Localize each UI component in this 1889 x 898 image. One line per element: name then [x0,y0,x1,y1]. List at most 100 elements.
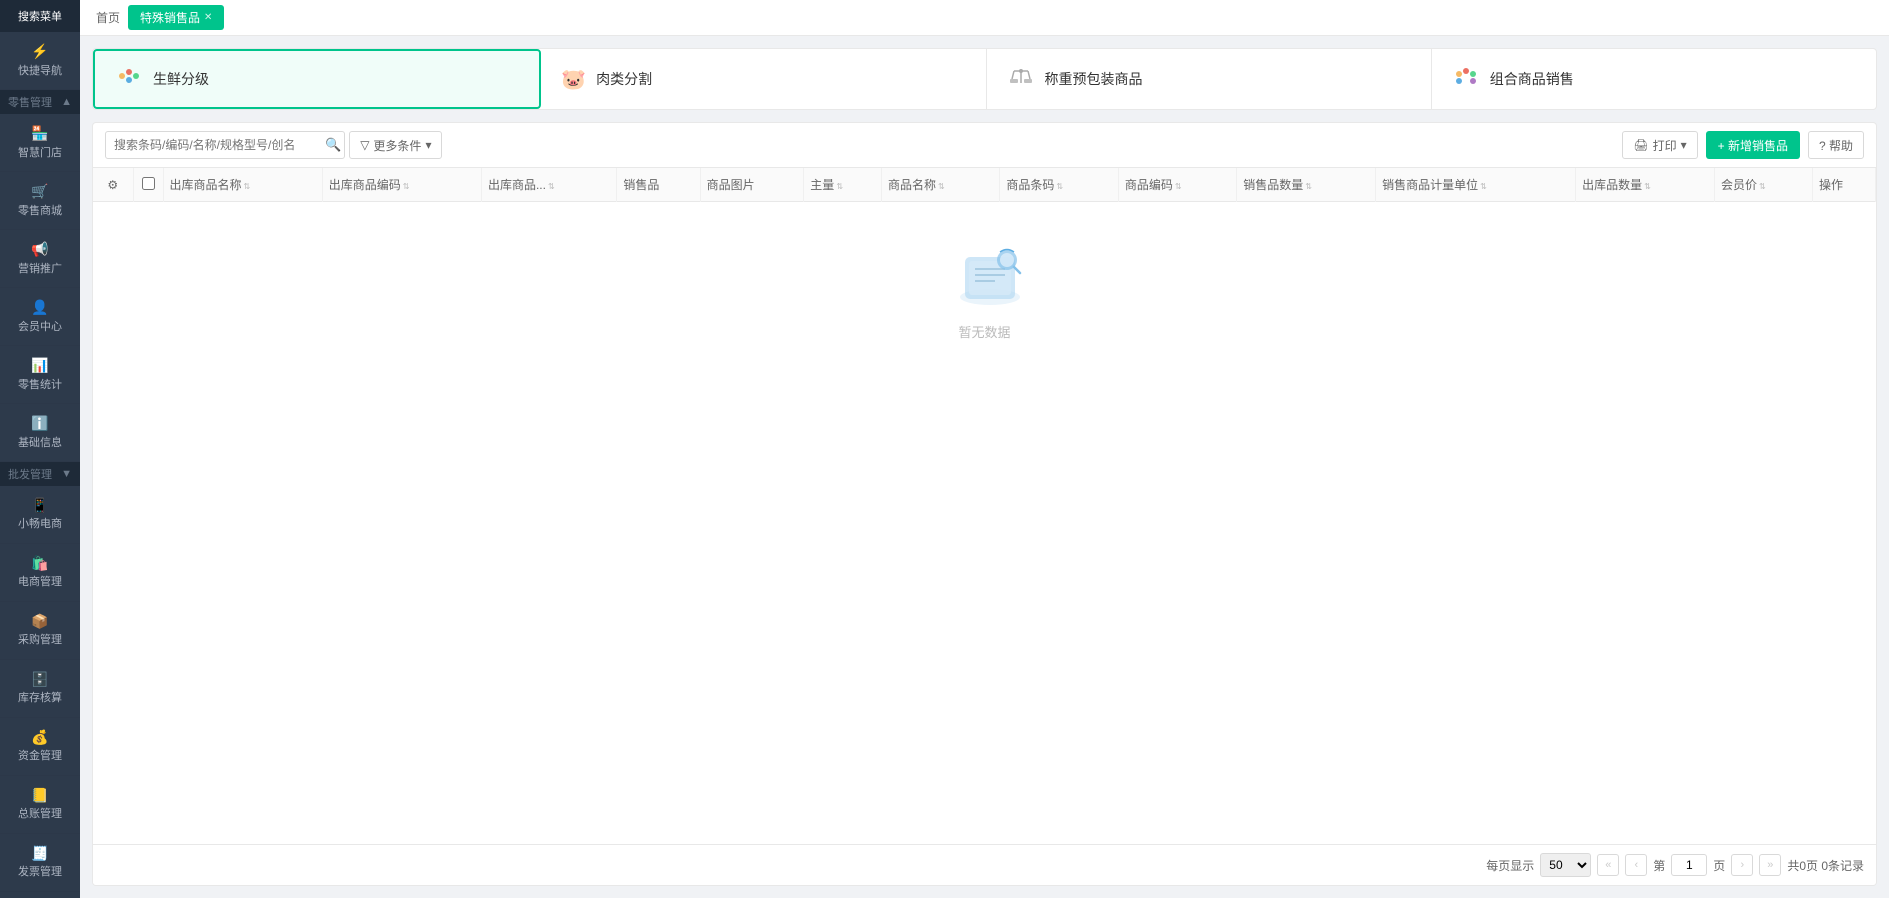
per-page-select[interactable]: 20 50 100 [1540,853,1591,877]
table-wrapper[interactable]: ⚙ 出库商品名称⇅ 出库商品编码⇅ 出库商品...⇅ 销售品 商品图片 主量⇅ … [93,168,1876,844]
sidebar-quick-nav[interactable]: ⚡ 快捷导航 [0,32,80,90]
combo-sale-label: 组合商品销售 [1490,69,1574,89]
sort-item-barcode[interactable]: ⇅ [1056,182,1063,191]
sidebar-item-inventory[interactable]: 🗄️ 库存核算 [0,660,80,718]
col-item-code[interactable]: 商品编码⇅ [1118,168,1236,202]
sort-sale-unit[interactable]: ⇅ [1480,182,1487,191]
pagination: 每页显示 20 50 100 « ‹ 第 页 › » 共0页 0条记录 [93,844,1876,885]
sort-main-weight[interactable]: ⇅ [836,182,843,191]
member-icon: 👤 [4,298,76,318]
sidebar-item-basic-info[interactable]: ℹ️ 基础信息 [0,404,80,462]
close-tab-icon[interactable]: ✕ [204,12,212,23]
print-dropdown-icon: ▾ [1681,138,1687,152]
col-sale-unit[interactable]: 销售商品计量单位⇅ [1376,168,1576,202]
next-page-button[interactable]: › [1731,854,1753,876]
fresh-grade-label: 生鲜分级 [153,69,209,89]
filter-button[interactable]: ▽ 更多条件 ▾ [349,131,442,159]
tab-scale-pack[interactable]: 称重预包装商品 [987,49,1432,109]
search-button[interactable]: 🔍 [325,137,341,153]
add-button[interactable]: + 新增销售品 [1706,131,1800,159]
search-input[interactable] [105,131,345,159]
inventory-icon: 🗄️ [4,670,76,690]
filter-dropdown-icon: ▾ [425,138,431,152]
sidebar-item-purchase-mgmt[interactable]: 📦 采购管理 [0,602,80,660]
sidebar-item-finance[interactable]: 💰 资金管理 [0,718,80,776]
col-sale-item[interactable]: 销售品 [617,168,700,202]
sidebar-item-retail-mall[interactable]: 🛒 零售商城 [0,172,80,230]
quicknav-icon: ⚡ [4,42,76,62]
empty-state: 暂无数据 [93,202,1876,381]
sort-sale-qty[interactable]: ⇅ [1305,182,1312,191]
sidebar-item-mini-ecommerce[interactable]: 📱 小畅电商 [0,486,80,544]
filter-icon: ▽ [360,138,369,152]
sidebar-item-general-ledger[interactable]: 📒 总账管理 [0,776,80,834]
col-operation: 操作 [1813,168,1876,202]
prev-page-button[interactable]: ‹ [1625,854,1647,876]
col-settings[interactable]: ⚙ [93,168,133,202]
active-tab[interactable]: 特殊销售品 ✕ [128,5,224,30]
page-input[interactable] [1671,854,1707,876]
stats-icon: 📊 [4,356,76,376]
sort-item-name[interactable]: ⇅ [938,182,945,191]
invoice-icon: 🧾 [4,844,76,864]
home-breadcrumb[interactable]: 首页 [96,9,120,26]
sidebar-item-members[interactable]: 👤 会员中心 [0,288,80,346]
col-main-weight[interactable]: 主量⇅ [804,168,882,202]
sort-out-code[interactable]: ⇅ [403,182,410,191]
toolbar: 🔍 ▽ 更多条件 ▾ 🖨 打印 ▾ + 新增销售品 ? 帮助 [92,122,1877,167]
sidebar-item-smart-store[interactable]: 🏪 智慧门店 [0,114,80,172]
sort-out-qty[interactable]: ⇅ [1644,182,1651,191]
scale-pack-icon [1007,65,1035,93]
sidebar-item-tax-mgmt[interactable]: 📋 税务管理 [0,892,80,898]
sort-out-name[interactable]: ⇅ [244,182,251,191]
col-checkbox[interactable] [133,168,163,202]
print-button[interactable]: 🖨 打印 ▾ [1622,131,1697,159]
total-info: 共0页 0条记录 [1787,857,1864,874]
select-all-checkbox[interactable] [142,177,155,190]
last-page-button[interactable]: » [1759,854,1781,876]
finance-icon: 💰 [4,728,76,748]
promo-icon: 📢 [4,240,76,260]
sort-out-item[interactable]: ⇅ [548,182,555,191]
sidebar-item-ecommerce-mgmt[interactable]: 🛍️ 电商管理 [0,544,80,602]
col-sale-qty[interactable]: 销售品数量⇅ [1237,168,1376,202]
sort-member-price[interactable]: ⇅ [1759,182,1766,191]
tab-fresh-grade[interactable]: 生鲜分级 [93,49,541,109]
meat-cut-label: 肉类分割 [596,69,652,89]
sort-item-code[interactable]: ⇅ [1175,182,1182,191]
sidebar-item-retail-stats[interactable]: 📊 零售统计 [0,346,80,404]
store-icon: 🏪 [4,124,76,144]
col-item-image[interactable]: 商品图片 [700,168,804,202]
page-suffix: 页 [1713,857,1725,874]
sidebar-search-menu[interactable]: 搜索菜单 [0,0,80,32]
col-out-qty[interactable]: 出库品数量⇅ [1576,168,1715,202]
category-tabs: 生鲜分级 🐷 肉类分割 称重预包 [92,48,1877,110]
sidebar-section-retail[interactable]: 零售管理 ▲ [0,90,80,114]
ledger-icon: 📒 [4,786,76,806]
tab-meat-cut[interactable]: 🐷 肉类分割 [541,49,986,109]
col-item-barcode[interactable]: 商品条码⇅ [1000,168,1118,202]
scale-pack-label: 称重预包装商品 [1045,69,1143,89]
tab-combo-sale[interactable]: 组合商品销售 [1432,49,1876,109]
help-icon: ? [1819,139,1826,153]
col-out-name[interactable]: 出库商品名称⇅ [163,168,322,202]
combo-sale-icon [1452,65,1480,93]
col-out-item[interactable]: 出库商品...⇅ [481,168,616,202]
purchase-icon: 📦 [4,612,76,632]
mini-icon: 📱 [4,496,76,516]
sidebar-item-invoice-mgmt[interactable]: 🧾 发票管理 [0,834,80,892]
mall-icon: 🛒 [4,182,76,202]
fresh-grade-icon [115,65,143,93]
info-icon: ℹ️ [4,414,76,434]
ecommerce-icon: 🛍️ [4,554,76,574]
sidebar-item-promo[interactable]: 📢 营销推广 [0,230,80,288]
first-page-button[interactable]: « [1597,854,1619,876]
sidebar-section-wholesale[interactable]: 批发管理 ▼ [0,462,80,486]
help-button[interactable]: ? 帮助 [1808,131,1864,159]
col-item-name[interactable]: 商品名称⇅ [881,168,999,202]
col-out-code[interactable]: 出库商品编码⇅ [322,168,481,202]
col-member-price[interactable]: 会员价⇅ [1714,168,1812,202]
data-table-container: ⚙ 出库商品名称⇅ 出库商品编码⇅ 出库商品...⇅ 销售品 商品图片 主量⇅ … [92,167,1877,886]
topbar: 首页 特殊销售品 ✕ [80,0,1889,36]
main-content: 首页 特殊销售品 ✕ 生鲜分级 🐷 肉类 [80,0,1889,898]
